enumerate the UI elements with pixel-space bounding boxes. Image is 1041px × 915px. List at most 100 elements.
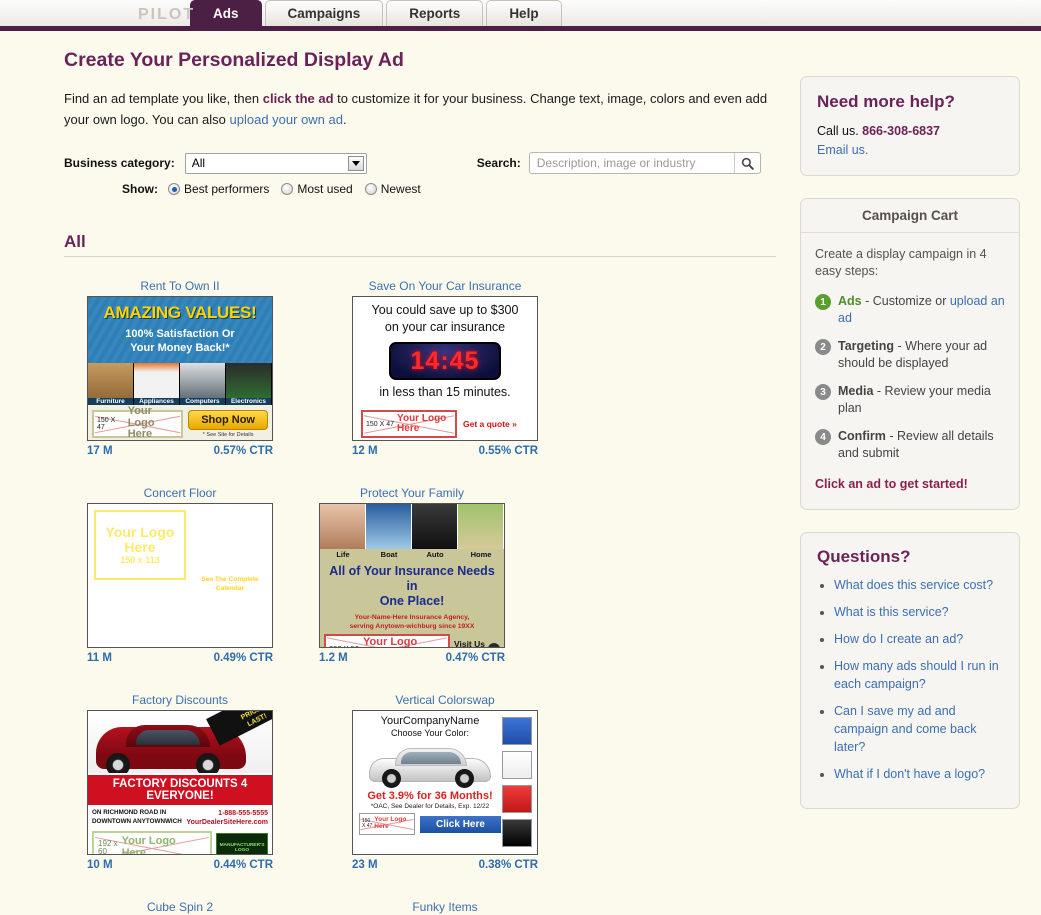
question-link-save-ad[interactable]: Can I save my ad and campaign and come b… <box>834 702 1003 756</box>
show-radio-group: Best performers Most used Newest <box>168 182 433 196</box>
ad4-label-boat: Boat <box>380 550 398 559</box>
ad-card-title[interactable]: Rent To Own II <box>64 279 296 293</box>
support-phone-number: 866-308-6837 <box>862 124 941 138</box>
radio-newest[interactable]: Newest <box>364 182 421 196</box>
ad3-listing-2: 12/30 Really Good Singer and the Fantast… <box>192 544 265 566</box>
ad-card-factory-discounts[interactable]: Factory Discounts PRICES LAST! FACTORY DI… <box>64 693 296 871</box>
ad5-phone: 1-888-555-5555 <box>218 810 268 817</box>
chevron-down-icon[interactable] <box>347 155 364 171</box>
ad-card-rent-to-own-ii[interactable]: Rent To Own II AMAZING VALUES! 100% Sati… <box>64 279 296 457</box>
question-link-no-logo[interactable]: What if I don't have a logo? <box>834 765 1003 783</box>
ad5-logo-dim: 192 x 60 <box>98 839 118 855</box>
ad-card-vertical-colorswap[interactable]: Vertical Colorswap YourCompanyName Choos… <box>329 693 561 871</box>
ad-ctr: 0.44% CTR <box>213 859 273 871</box>
question-link-cost[interactable]: What does this service cost? <box>834 576 1003 594</box>
tab-help[interactable]: Help <box>486 0 562 26</box>
ad1-cell-appliances: Appliances <box>134 363 180 405</box>
ad1-cell-furniture: Furniture <box>88 363 134 405</box>
intro-text-1: Find an ad template you like, then <box>64 91 263 106</box>
ad-card-save-on-your-car-insurance[interactable]: Save On Your Car Insurance You could sav… <box>329 279 561 457</box>
ad-card-stats: 17 M 0.57% CTR <box>87 445 273 457</box>
page-body: Create Your Personalized Display Ad Find… <box>0 31 1041 915</box>
tab-reports[interactable]: Reports <box>386 0 484 26</box>
cart-step-ads[interactable]: 1 Ads - Customize or upload an ad <box>815 293 1005 327</box>
ad-card-funky-items[interactable]: Funky Items Interesting GiftsYour-name-h… <box>329 900 561 915</box>
ad-card-cube-spin-2[interactable]: Cube Spin 2 www.your-site-right-here.com… <box>64 900 296 915</box>
ad4-bottom: 200 X 50 Your LogoHere Visit UsOnline! ➤ <box>320 631 504 648</box>
ad-impressions: 1.2 M <box>319 652 348 664</box>
ad-card-title[interactable]: Cube Spin 2 <box>64 900 296 914</box>
ad-ctr: 0.55% CTR <box>478 445 538 457</box>
ad6-bottom: 150 X 47 Your Logo Here Click Here <box>357 810 503 835</box>
ad-impressions: 10 M <box>87 859 113 871</box>
ad6-logo-text: Your Logo Here <box>374 816 407 830</box>
swatch-black <box>502 819 532 847</box>
campaign-cart-panel: Campaign Cart Create a display campaign … <box>800 198 1020 510</box>
business-category-select[interactable]: All <box>184 152 367 174</box>
radio-newest-label: Newest <box>380 182 421 196</box>
business-category-value: All <box>191 156 206 170</box>
ad-thumbnail[interactable]: AMAZING VALUES! 100% Satisfaction Or Your… <box>87 296 273 441</box>
ad4-photo-boat <box>366 504 412 549</box>
ad-card-title[interactable]: Vertical Colorswap <box>329 693 561 707</box>
search-label: Search: <box>476 156 521 170</box>
tab-ads[interactable]: Ads <box>190 0 262 26</box>
question-link-create-ad[interactable]: How do I create an ad? <box>834 630 1003 648</box>
cart-step-targeting[interactable]: 2 Targeting - Where your ad should be di… <box>815 338 1005 372</box>
ad-card-title[interactable]: Funky Items <box>329 900 561 914</box>
ad-card-title[interactable]: Factory Discounts <box>64 693 296 707</box>
ad-thumbnail[interactable]: PRICES LAST! FACTORY DISCOUNTS 4 EVERYONE… <box>87 710 273 855</box>
ad5-manufacturer-logo-text: MANUFACTURER'S LOGO <box>219 843 265 853</box>
ad3-logo-text: Your Logo Here <box>105 524 175 555</box>
ad4-label-auto: Auto <box>426 550 444 559</box>
ad6-car-image <box>369 744 491 788</box>
ad4-subhead: Your-Name-Here Insurance Agency, serving … <box>349 614 475 630</box>
cart-step-media[interactable]: 3 Media - Review your media plan <box>815 383 1005 417</box>
question-link-what-is-service[interactable]: What is this service? <box>834 603 1003 621</box>
ad-artwork: YourCompanyName Choose Your Color: Get 3… <box>353 711 537 847</box>
page-intro: Find an ad template you like, then click… <box>64 88 779 130</box>
ad1-bottom: 150 X 47 Your Logo Here Shop Now * See Si… <box>88 405 272 440</box>
search-icon[interactable] <box>733 153 760 173</box>
email-us-link[interactable]: Email us. <box>817 143 1003 157</box>
questions-panel: Questions? What does this service cost? … <box>800 532 1020 809</box>
intro-emphasis: click the ad <box>262 91 334 106</box>
ad6-choose-color: Choose Your Color: <box>390 728 470 738</box>
radio-best-performers[interactable]: Best performers <box>168 182 269 196</box>
ad-card-title[interactable]: Concert Floor <box>64 486 296 500</box>
radio-best-performers-circle[interactable] <box>168 183 180 195</box>
ad-card-stats: 10 M 0.44% CTR <box>87 859 273 871</box>
ad-card-concert-floor[interactable]: Concert Floor Your Logo Here 150 x 113 12… <box>64 486 296 664</box>
tab-campaigns[interactable]: Campaigns <box>264 0 384 26</box>
questions-heading: Questions? <box>817 547 911 566</box>
step-number-badge: 4 <box>815 429 831 445</box>
ad1-subhead: 100% Satisfaction Or Your Money Back!* <box>125 328 235 354</box>
ad5-logo-text: Your Logo Here <box>121 835 176 855</box>
search-input[interactable] <box>529 153 734 173</box>
ad-thumbnail[interactable]: YourCompanyName Choose Your Color: Get 3… <box>352 710 538 855</box>
cart-step-confirm[interactable]: 4 Confirm - Review all details and submi… <box>815 428 1005 462</box>
ad1-cell-electronics: Electronics <box>226 363 272 405</box>
question-link-how-many-ads[interactable]: How many ads should I run in each campai… <box>834 657 1003 693</box>
ad5-banner: FACTORY DISCOUNTS 4 EVERYONE! <box>88 773 272 807</box>
ad5-car-photo: PRICES LAST! <box>88 711 272 773</box>
ad3-cta: See The Complete Calendar <box>201 576 259 592</box>
ad1-label-appliances: Appliances <box>134 398 179 405</box>
radio-most-used-circle[interactable] <box>281 183 294 195</box>
ad4-cta: Visit UsOnline! <box>453 639 485 648</box>
upload-your-own-ad-link[interactable]: upload your own ad <box>230 112 343 127</box>
ad-card-title[interactable]: Save On Your Car Insurance <box>329 279 561 293</box>
ad6-click-here-button: Click Here <box>420 815 501 833</box>
ad4-photo-life <box>320 504 366 549</box>
ad-thumbnail[interactable]: You could save up to $300 on your car in… <box>352 296 538 441</box>
ad-card-protect-your-family[interactable]: Protect Your Family Life Boat Auto Home … <box>296 486 528 664</box>
ad-thumbnail[interactable]: Life Boat Auto Home All of Your Insuranc… <box>319 503 505 648</box>
ad-thumbnail[interactable]: Your Logo Here 150 x 113 12/29 Your Super… <box>87 503 273 648</box>
ad6-company-name: YourCompanyName <box>380 715 480 727</box>
ad-card-title[interactable]: Protect Your Family <box>296 486 528 500</box>
ad1-logo-dim: 150 X 47 <box>97 416 116 431</box>
ad2-cta: Get a quote » <box>463 419 517 429</box>
radio-most-used[interactable]: Most used <box>281 182 353 196</box>
ad1-cta-button: Shop Now <box>188 409 268 430</box>
radio-newest-circle[interactable] <box>364 183 377 195</box>
